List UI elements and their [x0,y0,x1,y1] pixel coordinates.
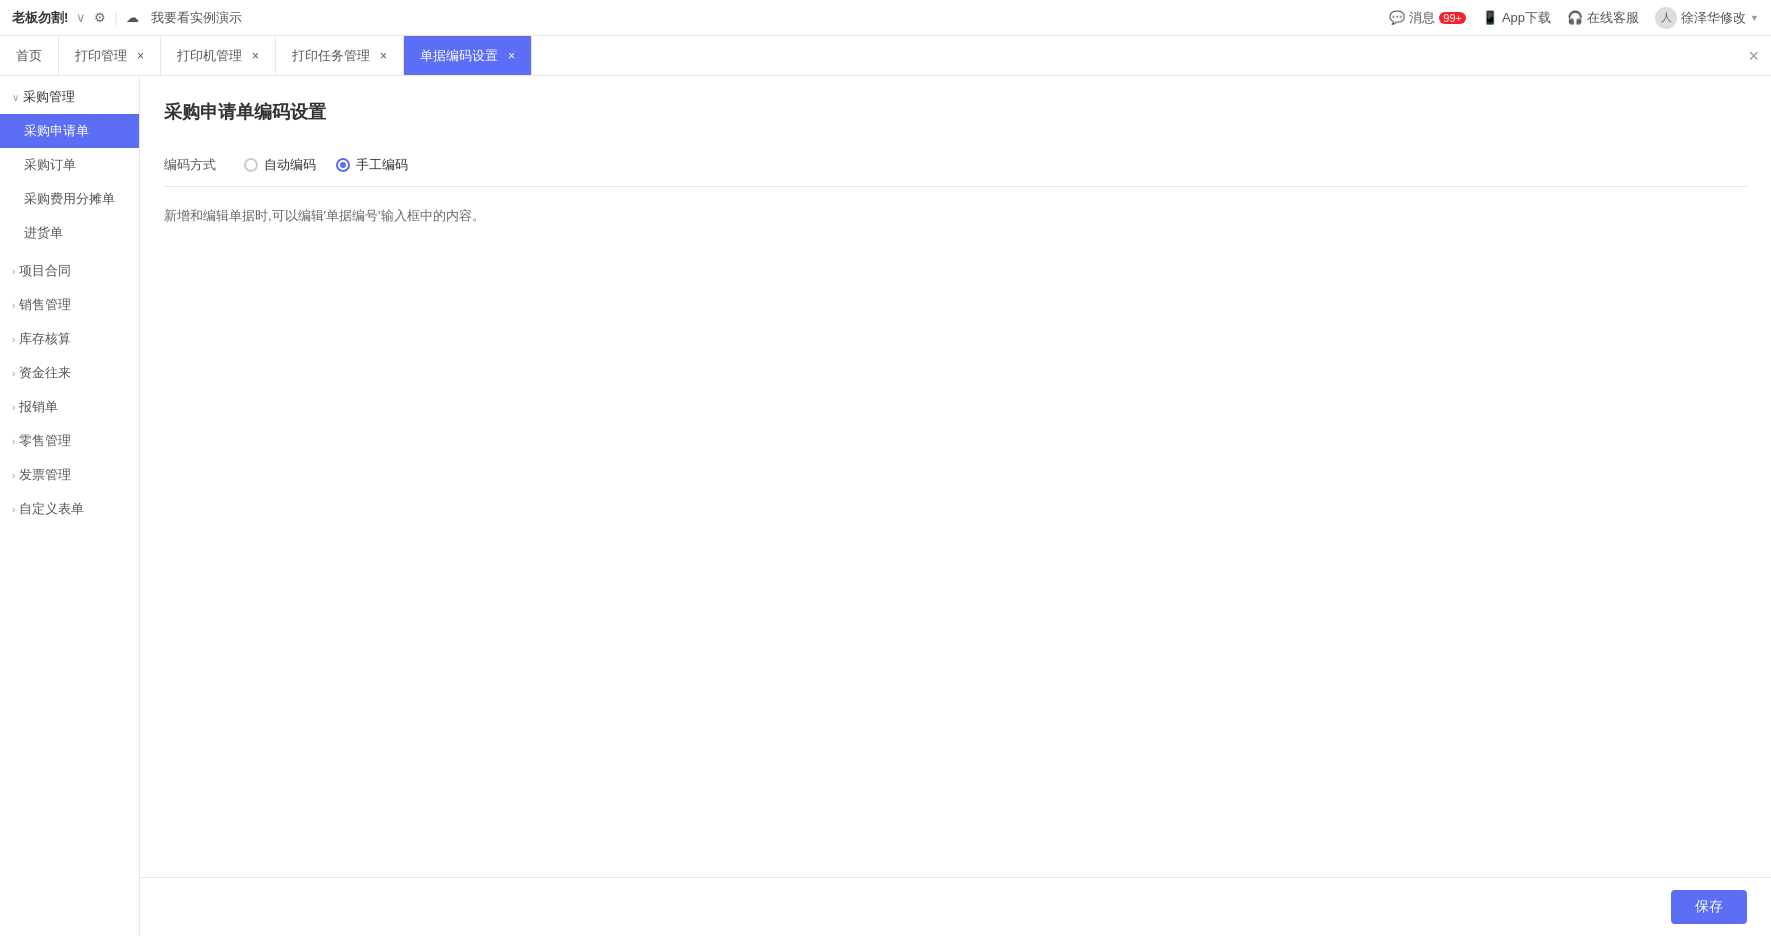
sidebar-item-purchase-expense-label: 采购费用分摊单 [24,191,115,206]
app-download-label: App下载 [1502,9,1551,27]
user-chevron-icon: ▼ [1750,13,1759,23]
tab-print-mgmt[interactable]: 打印管理 × [59,36,161,75]
sidebar-item-stock-in-label: 进货单 [24,225,63,240]
tab-print-task-mgmt-close[interactable]: × [380,49,387,63]
sidebar-item-retail[interactable]: › 零售管理 [0,424,139,458]
sales-chevron: › [12,300,15,311]
tab-print-mgmt-close[interactable]: × [137,49,144,63]
capital-label: 资金往来 [19,364,71,382]
auto-encode-radio[interactable] [244,158,258,172]
tab-barcode-settings[interactable]: 单据编码设置 × [404,36,532,75]
custom-forms-chevron: › [12,504,15,515]
demo-link[interactable]: 我要看实例演示 [151,9,242,27]
sidebar-item-inventory[interactable]: › 库存核算 [0,322,139,356]
tab-print-task-mgmt[interactable]: 打印任务管理 × [276,36,404,75]
retail-label: 零售管理 [19,432,71,450]
tab-home[interactable]: 首页 [0,36,59,75]
inventory-chevron: › [12,334,15,345]
sidebar-item-capital[interactable]: › 资金往来 [0,356,139,390]
content-footer: 保存 [140,877,1771,936]
sidebar-item-purchase-order-label: 采购订单 [24,157,76,172]
message-label: 消息 [1409,9,1435,27]
encoding-row: 编码方式 自动编码 手工编码 [164,144,1747,187]
project-contract-label: 项目合同 [19,262,71,280]
headset-icon: 🎧 [1567,10,1583,25]
tab-bar-close-btn[interactable]: × [1748,45,1759,66]
tab-bar: 首页 打印管理 × 打印机管理 × 打印任务管理 × 单据编码设置 × × [0,36,1771,76]
manual-encode-label: 手工编码 [356,156,408,174]
tab-home-label: 首页 [16,47,42,65]
tab-printer-mgmt-label: 打印机管理 [177,47,242,65]
user-menu[interactable]: 人 徐泽华修改 ▼ [1655,7,1759,29]
tab-print-task-mgmt-label: 打印任务管理 [292,47,370,65]
sidebar-item-custom-forms[interactable]: › 自定义表单 [0,492,139,526]
sidebar-item-sales-mgmt[interactable]: › 销售管理 [0,288,139,322]
encoding-label: 编码方式 [164,156,224,174]
page-title: 采购申请单编码设置 [164,100,1747,124]
sales-label: 销售管理 [19,296,71,314]
sidebar-item-invoice[interactable]: › 发票管理 [0,458,139,492]
app-icon: 📱 [1482,10,1498,25]
sidebar-group-purchase-header[interactable]: ∨ 采购管理 [0,80,139,114]
sidebar-item-project-contract[interactable]: › 项目合同 [0,254,139,288]
content-area: 采购申请单编码设置 编码方式 自动编码 手工编码 新增和编辑单据时,可以编辑'单… [140,76,1771,936]
message-button[interactable]: 💬 消息 99+ [1389,9,1466,27]
info-text: 新增和编辑单据时,可以编辑'单据编号'输入框中的内容。 [164,207,1747,225]
content-main: 采购申请单编码设置 编码方式 自动编码 手工编码 新增和编辑单据时,可以编辑'单… [140,76,1771,877]
invoice-label: 发票管理 [19,466,71,484]
settings-icon[interactable]: ⚙ [94,10,106,25]
online-service-label: 在线客服 [1587,9,1639,27]
cloud-icon [126,10,143,25]
app-logo: 老板勿割! [12,9,68,27]
project-contract-chevron: › [12,266,15,277]
returns-label: 报销单 [19,398,58,416]
username-label: 徐泽华修改 [1681,9,1746,27]
message-badge: 99+ [1439,12,1466,24]
main-layout: ∨ 采购管理 采购申请单 采购订单 采购费用分摊单 进货单 › 项目合同 › 销… [0,76,1771,936]
sidebar-group-purchase: ∨ 采购管理 采购申请单 采购订单 采购费用分摊单 进货单 [0,76,139,254]
save-button[interactable]: 保存 [1671,890,1747,924]
tab-printer-mgmt-close[interactable]: × [252,49,259,63]
inventory-label: 库存核算 [19,330,71,348]
capital-chevron: › [12,368,15,379]
tab-barcode-settings-label: 单据编码设置 [420,47,498,65]
sidebar-item-returns[interactable]: › 报销单 [0,390,139,424]
top-bar: 老板勿割! ⚙ | 我要看实例演示 💬 消息 99+ 📱 App下载 🎧 在线客… [0,0,1771,36]
message-icon: 💬 [1389,10,1405,25]
sidebar-item-purchase-order[interactable]: 采购订单 [0,148,139,182]
sidebar-item-purchase-request[interactable]: 采购申请单 [0,114,139,148]
retail-chevron: › [12,436,15,447]
manual-encode-radio[interactable] [336,158,350,172]
tab-printer-mgmt[interactable]: 打印机管理 × [161,36,276,75]
sidebar: ∨ 采购管理 采购申请单 采购订单 采购费用分摊单 进货单 › 项目合同 › 销… [0,76,140,936]
tab-print-mgmt-label: 打印管理 [75,47,127,65]
sidebar-item-purchase-expense[interactable]: 采购费用分摊单 [0,182,139,216]
invoice-chevron: › [12,470,15,481]
tab-barcode-settings-close[interactable]: × [508,49,515,63]
purchase-group-label: 采购管理 [23,88,75,106]
purchase-chevron-icon: ∨ [12,92,19,103]
app-download-button[interactable]: 📱 App下载 [1482,9,1551,27]
custom-forms-label: 自定义表单 [19,500,84,518]
avatar: 人 [1655,7,1677,29]
chevron-down-icon[interactable] [76,10,86,25]
auto-encode-label: 自动编码 [264,156,316,174]
auto-encode-option[interactable]: 自动编码 [244,156,316,174]
sidebar-item-stock-in[interactable]: 进货单 [0,216,139,250]
top-bar-divider: | [114,10,117,25]
returns-chevron: › [12,402,15,413]
online-service-button[interactable]: 🎧 在线客服 [1567,9,1639,27]
manual-encode-option[interactable]: 手工编码 [336,156,408,174]
sidebar-item-purchase-request-label: 采购申请单 [24,123,89,138]
